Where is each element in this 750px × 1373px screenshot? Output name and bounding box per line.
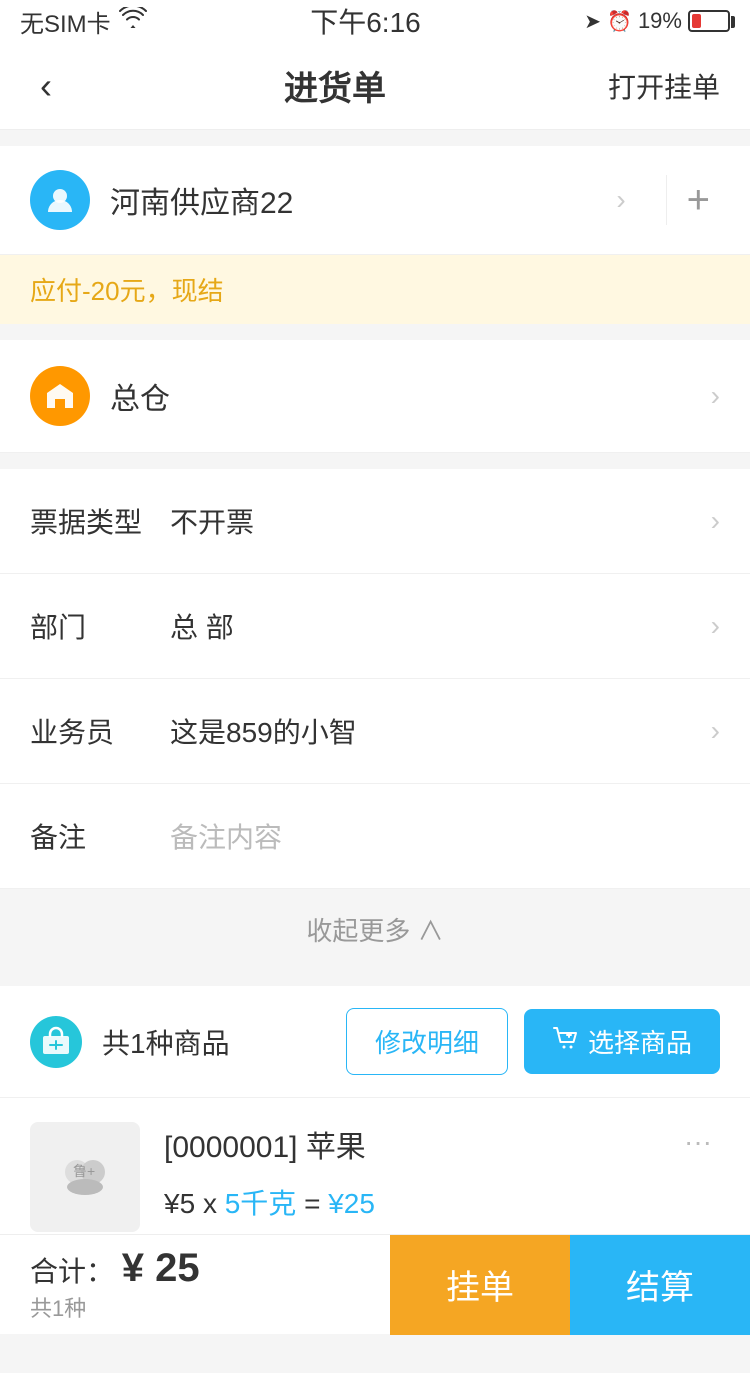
gap-2 — [0, 324, 750, 340]
warehouse-icon-wrap — [30, 366, 90, 426]
nav-bar: ‹ 进货单 打开挂单 — [0, 42, 750, 130]
product-header: 共1种商品 修改明细 选择商品 — [0, 986, 750, 1098]
warehouse-chevron-icon: › — [711, 380, 720, 412]
quantity-value: 5千克 — [225, 1188, 297, 1219]
checkout-button[interactable]: 结算 — [570, 1235, 750, 1335]
salesperson-chevron-icon: › — [711, 715, 720, 747]
department-chevron-icon: › — [711, 610, 720, 642]
supplier-name: 河南供应商22 — [110, 178, 616, 222]
time-label: 下午6:16 — [310, 1, 421, 41]
form-section: 票据类型 不开票 › 部门 总 部 › 业务员 这是859的小智 › 备注 备注… — [0, 469, 750, 889]
gap-3 — [0, 453, 750, 469]
carrier-label: 无SIM卡 — [20, 4, 111, 39]
invoice-type-value: 不开票 — [170, 501, 711, 541]
warehouse-row[interactable]: 总仓 › — [0, 340, 750, 453]
status-right: ➤ ⏰ 19% — [584, 8, 730, 34]
remark-input[interactable]: 备注内容 — [170, 816, 720, 856]
total-label: 合计： — [30, 1256, 114, 1287]
product-count-label: 共1种商品 — [102, 1022, 346, 1062]
warehouse-label: 总仓 — [110, 374, 711, 418]
wifi-icon — [119, 7, 147, 36]
alarm-icon: ⏰ — [607, 9, 632, 34]
location-icon: ➤ — [584, 9, 601, 34]
battery-percent: 19% — [638, 8, 682, 34]
department-label: 部门 — [30, 606, 170, 646]
salesperson-label: 业务员 — [30, 711, 170, 751]
invoice-type-chevron-icon: › — [711, 505, 720, 537]
remark-row[interactable]: 备注 备注内容 — [0, 784, 750, 889]
product-name: [0000001] 苹果 — [164, 1122, 676, 1166]
gap-1 — [0, 130, 750, 146]
total-count: 共1种 — [30, 1291, 360, 1323]
svg-text:鲁+: 鲁+ — [73, 1163, 95, 1179]
product-code: [0000001] — [164, 1131, 297, 1164]
invoice-type-label: 票据类型 — [30, 501, 170, 541]
price-separator: x — [203, 1188, 225, 1219]
supplier-section: 河南供应商22 › + 应付-20元，现结 — [0, 146, 750, 324]
back-button[interactable]: ‹ — [30, 55, 62, 117]
product-icon-wrap — [30, 1016, 82, 1068]
edit-detail-button[interactable]: 修改明细 — [346, 1008, 508, 1075]
hang-button[interactable]: 挂单 — [390, 1235, 570, 1335]
battery-icon — [688, 10, 730, 32]
remark-label: 备注 — [30, 816, 170, 856]
department-value: 总 部 — [170, 606, 711, 646]
product-info: [0000001] 苹果 ¥5 x 5千克 = ¥25 — [164, 1122, 676, 1222]
equals-sign: = — [304, 1188, 328, 1219]
product-more-button[interactable]: ··· — [676, 1122, 720, 1162]
select-product-label: 选择商品 — [588, 1023, 692, 1060]
cart-icon — [552, 1026, 580, 1057]
supplier-chevron-icon: › — [616, 184, 625, 216]
product-section: 共1种商品 修改明细 选择商品 — [0, 986, 750, 1257]
price-value: ¥5 — [164, 1188, 195, 1219]
total-amount: ¥ 25 — [122, 1246, 200, 1290]
total-section: 合计： ¥ 25 共1种 — [0, 1246, 390, 1323]
salesperson-value: 这是859的小智 — [170, 711, 711, 751]
select-product-button[interactable]: 选择商品 — [524, 1009, 720, 1074]
supplier-row[interactable]: 河南供应商22 › + — [0, 146, 750, 255]
supplier-avatar — [30, 170, 90, 230]
bottom-bar: 合计： ¥ 25 共1种 挂单 结算 — [0, 1234, 750, 1334]
status-left: 无SIM卡 — [20, 4, 147, 39]
warehouse-section: 总仓 › — [0, 340, 750, 453]
total-value: ¥25 — [328, 1188, 375, 1219]
supplier-notice: 应付-20元，现结 — [0, 255, 750, 324]
product-price: ¥5 x 5千克 = ¥25 — [164, 1182, 676, 1222]
product-thumbnail: 鲁+ — [30, 1122, 140, 1232]
add-supplier-button[interactable]: + — [677, 178, 720, 223]
page-title: 进货单 — [284, 61, 386, 110]
vertical-divider — [666, 175, 667, 225]
collapse-bar[interactable]: 收起更多 ∧ — [0, 889, 750, 970]
invoice-type-row[interactable]: 票据类型 不开票 › — [0, 469, 750, 574]
open-hang-button[interactable]: 打开挂单 — [608, 66, 720, 106]
status-bar: 无SIM卡 下午6:16 ➤ ⏰ 19% — [0, 0, 750, 42]
product-title: 苹果 — [306, 1131, 366, 1164]
salesperson-row[interactable]: 业务员 这是859的小智 › — [0, 679, 750, 784]
gap-4 — [0, 970, 750, 986]
department-row[interactable]: 部门 总 部 › — [0, 574, 750, 679]
